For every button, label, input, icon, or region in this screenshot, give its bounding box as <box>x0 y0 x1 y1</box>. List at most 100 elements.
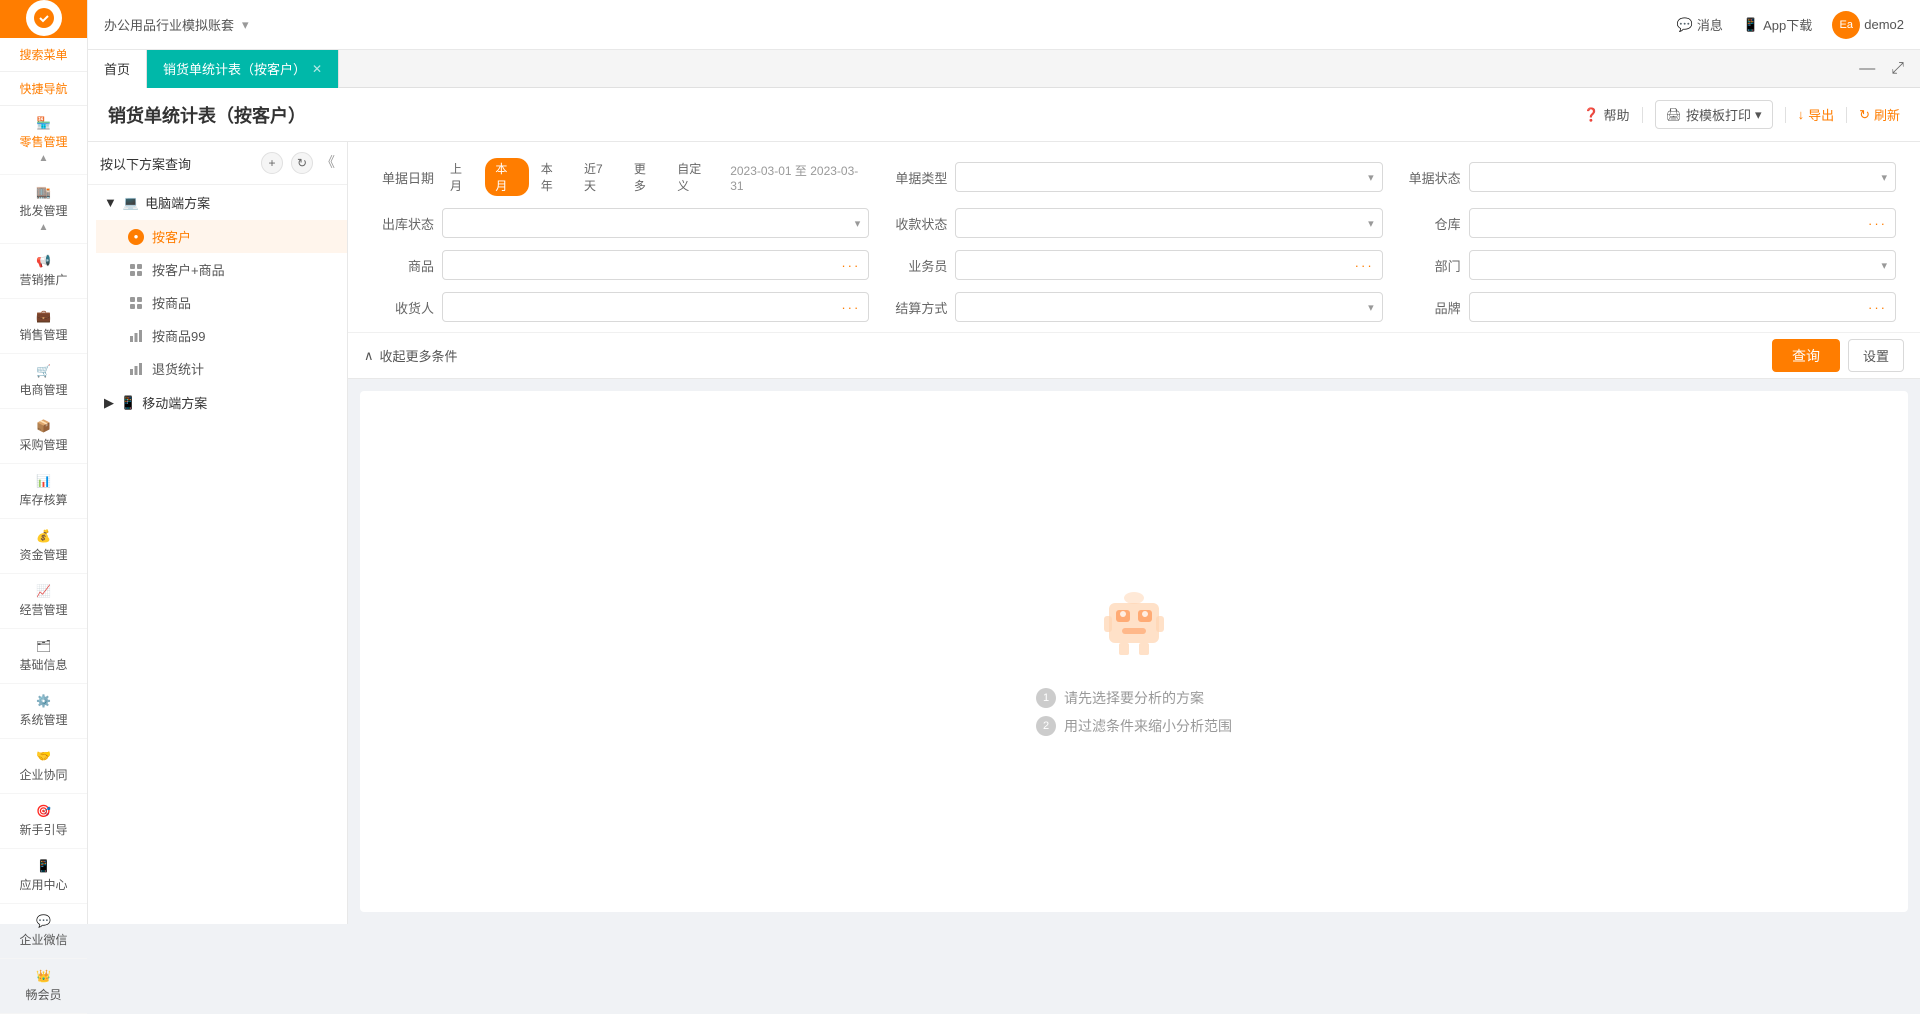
filter-order-type-cell: 单据类型 ▾ <box>877 152 1390 202</box>
apps-icon: 📱 <box>36 859 51 873</box>
message-btn[interactable]: 💬 消息 <box>1677 15 1723 34</box>
receipt-status-select[interactable]: ▾ <box>955 208 1382 238</box>
breadcrumb-dropdown-icon[interactable]: ▾ <box>242 17 249 33</box>
order-status-select[interactable]: ▾ <box>1469 162 1896 192</box>
sidebar-nav[interactable]: 快捷导航 <box>0 72 87 106</box>
tree-leaf-by-customer-product[interactable]: 按客户+商品 <box>96 253 347 286</box>
sidebar-item-member[interactable]: 👑 畅会员 <box>0 959 87 1014</box>
add-scheme-btn[interactable]: + <box>261 152 283 174</box>
date-tab-last7[interactable]: 近7天 <box>576 158 622 196</box>
tree-leaf-by-product[interactable]: 按商品 <box>96 286 347 319</box>
sidebar-item-wechat[interactable]: 💬 企业微信 <box>0 904 87 959</box>
tree-group-mobile: ▶ 📱 移动端方案 <box>88 385 347 420</box>
refresh-scheme-btn[interactable]: ↻ <box>291 152 313 174</box>
tree-group-desktop-header[interactable]: ▼ 💻 电脑端方案 <box>88 185 347 220</box>
receipt-status-label: 收款状态 <box>885 214 955 233</box>
salesperson-input[interactable]: ··· <box>955 250 1382 280</box>
date-tab-more[interactable]: 更多 <box>626 158 665 196</box>
sidebar-item-apps[interactable]: 📱 应用中心 <box>0 849 87 904</box>
sidebar-item-inventory[interactable]: 📊 库存核算 <box>0 464 87 519</box>
marketing-icon: 📢 <box>36 254 51 268</box>
order-type-select[interactable]: ▾ <box>955 162 1382 192</box>
date-tab-custom[interactable]: 自定义 <box>669 158 720 196</box>
product-dots: ··· <box>841 258 860 273</box>
order-type-arrow: ▾ <box>1368 171 1374 184</box>
product-input[interactable]: ··· <box>442 250 869 280</box>
sidebar-item-finance[interactable]: 💰 资金管理 <box>0 519 87 574</box>
tree-leaf-by-product-99[interactable]: 按商品99 <box>96 319 347 352</box>
header: 办公用品行业模拟账套 ▾ 💬 消息 📱 App下载 Ea demo2 <box>88 0 1920 50</box>
sidebar-item-sales[interactable]: 💼 销售管理 <box>0 299 87 354</box>
empty-tips: 1 请先选择要分析的方案 2 用过滤条件来缩小分析范围 <box>1036 688 1232 736</box>
print-btn[interactable]: 🖨 按模板打印 ▾ <box>1655 100 1773 129</box>
sidebar-item-system[interactable]: ⚙️ 系统管理 <box>0 684 87 739</box>
out-status-arrow: ▾ <box>855 217 861 230</box>
date-tab-this-year[interactable]: 本年 <box>533 158 572 196</box>
out-status-select[interactable]: ▾ <box>442 208 869 238</box>
wechat-icon: 💬 <box>36 914 51 928</box>
tree-leaf-by-customer[interactable]: ● 按客户 <box>96 220 347 253</box>
tree-desktop-children: ● 按客户 按客户+商品 <box>88 220 347 385</box>
settlement-label: 结算方式 <box>885 298 955 317</box>
inventory-icon: 📊 <box>36 474 51 488</box>
tree-group-desktop-icon: 💻 <box>123 195 139 211</box>
date-label: 单据日期 <box>372 168 442 187</box>
warehouse-label: 仓库 <box>1399 214 1469 233</box>
warehouse-dots: ··· <box>1868 216 1887 231</box>
order-status-arrow: ▾ <box>1881 171 1887 184</box>
ecommerce-icon: 🛒 <box>36 364 51 378</box>
tree-group-mobile-header[interactable]: ▶ 📱 移动端方案 <box>88 385 347 420</box>
sidebar-item-retail[interactable]: 🏪 零售管理 ▲ <box>0 106 87 175</box>
app-download-btn[interactable]: 📱 App下载 <box>1743 15 1812 34</box>
sidebar-search[interactable]: 搜索菜单 <box>0 38 87 72</box>
chevron-up-icon: ∧ <box>364 348 374 364</box>
consignee-input[interactable]: ··· <box>442 292 869 322</box>
sidebar-item-enterprise[interactable]: 🤝 企业协同 <box>0 739 87 794</box>
wholesale-arrow: ▲ <box>39 222 49 233</box>
date-tab-this-month[interactable]: 本月 <box>485 158 528 196</box>
page-actions: ❓ 帮助 🖨 按模板打印 ▾ ↓ 导出 ↻ 刷新 <box>1583 100 1900 141</box>
date-range-display: 2023-03-01 至 2023-03-31 <box>730 162 869 193</box>
refresh-btn[interactable]: ↻ 刷新 <box>1859 105 1900 124</box>
query-btn[interactable]: 查询 <box>1772 339 1840 372</box>
filter-salesperson-cell: 业务员 ··· <box>877 244 1390 286</box>
collapse-panel-btn[interactable]: 《 <box>321 152 335 174</box>
department-label: 部门 <box>1399 256 1469 275</box>
sidebar-item-ecommerce[interactable]: 🛒 电商管理 <box>0 354 87 409</box>
by-customer-product-label: 按客户+商品 <box>152 260 225 279</box>
sidebar-item-operations[interactable]: 📈 经营管理 <box>0 574 87 629</box>
department-select[interactable]: ▾ <box>1469 250 1896 280</box>
message-icon: 💬 <box>1677 17 1693 33</box>
filter-row-1: 单据日期 上月 本月 本年 近7天 更多 自定义 20 <box>364 152 1904 202</box>
user-area[interactable]: Ea demo2 <box>1832 11 1904 39</box>
sidebar-item-wholesale[interactable]: 🏬 批发管理 ▲ <box>0 175 87 244</box>
query-buttons: 查询 设置 <box>1772 339 1904 372</box>
tab-sales-stats-close-icon[interactable]: ✕ <box>312 62 322 76</box>
setting-btn[interactable]: 设置 <box>1848 339 1904 372</box>
tab-minimize-btn[interactable]: — <box>1855 56 1879 82</box>
warehouse-input[interactable]: ··· <box>1469 208 1896 238</box>
tree-leaf-return-stats[interactable]: 退货统计 <box>96 352 347 385</box>
sidebar-item-basics[interactable]: 🗂 基础信息 <box>0 629 87 684</box>
tab-maximize-btn[interactable]: ⤢ <box>1887 56 1908 82</box>
order-status-label: 单据状态 <box>1399 168 1469 187</box>
purchase-icon: 📦 <box>36 419 51 433</box>
sidebar-item-newbie[interactable]: 🎯 新手引导 <box>0 794 87 849</box>
filter-warehouse-cell: 仓库 ··· <box>1391 202 1904 244</box>
brand-input[interactable]: ··· <box>1469 292 1896 322</box>
right-panel: 单据日期 上月 本月 本年 近7天 更多 自定义 20 <box>348 142 1920 924</box>
sidebar-item-marketing[interactable]: 📢 营销推广 <box>0 244 87 299</box>
help-btn[interactable]: ❓ 帮助 <box>1583 105 1629 124</box>
by-product-icon <box>128 295 144 311</box>
sidebar-item-purchase[interactable]: 📦 采购管理 <box>0 409 87 464</box>
export-btn[interactable]: ↓ 导出 <box>1798 105 1835 124</box>
settlement-select[interactable]: ▾ <box>955 292 1382 322</box>
header-left: 办公用品行业模拟账套 ▾ <box>104 15 249 34</box>
tab-home[interactable]: 首页 <box>88 50 147 88</box>
date-tab-last-month[interactable]: 上月 <box>442 158 481 196</box>
tab-sales-stats[interactable]: 销货单统计表（按客户） ✕ <box>147 50 339 88</box>
logo-icon <box>26 0 62 36</box>
collapse-bar[interactable]: ∧ 收起更多条件 <box>364 346 458 365</box>
retail-icon: 🏪 <box>36 116 51 130</box>
member-icon: 👑 <box>36 969 51 983</box>
